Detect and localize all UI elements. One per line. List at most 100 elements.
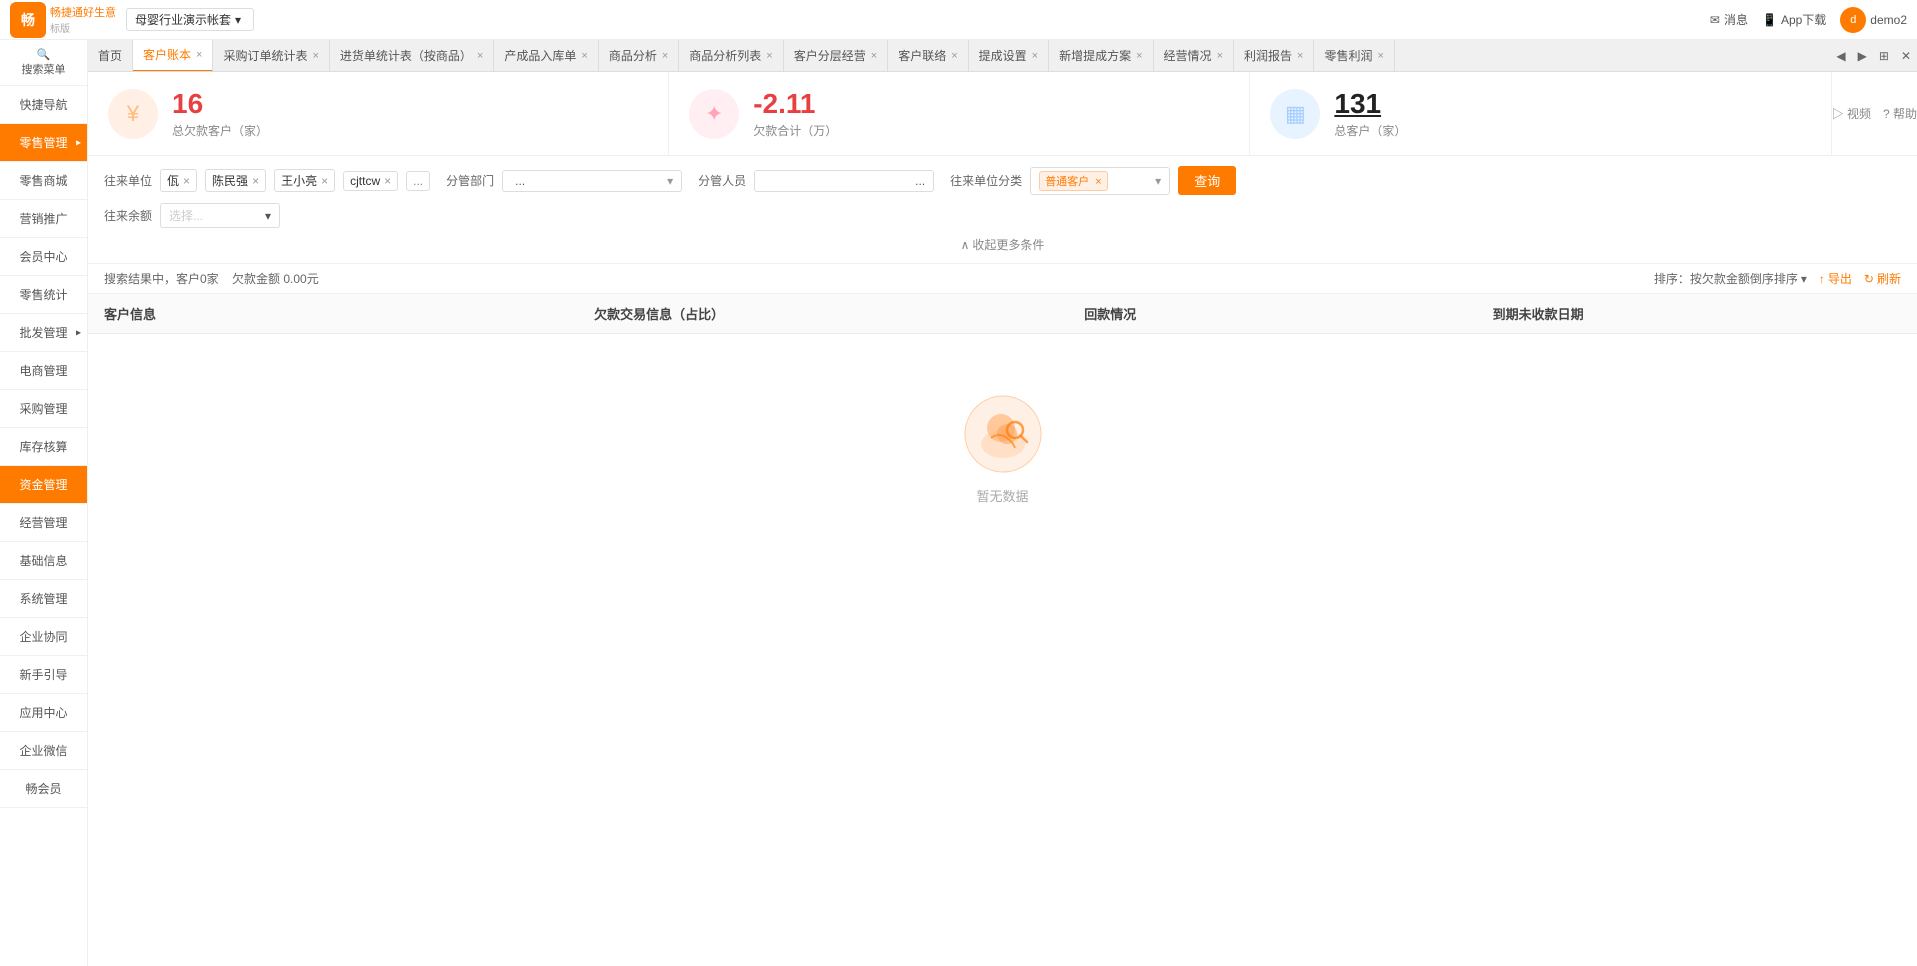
category-dropdown-arrow: ▾ [1155, 174, 1161, 188]
filter-tag-bwa: 佤 × [160, 169, 197, 192]
unit-category-dropdown[interactable]: 普通客户 × ▾ [1030, 167, 1170, 195]
sidebar-item-retail-mall[interactable]: 零售商城 [0, 162, 87, 200]
filter-tag-more[interactable]: ... [406, 171, 430, 191]
sidebar-item-marketing[interactable]: 营销推广 [0, 200, 87, 238]
close-icon[interactable]: × [581, 50, 587, 62]
sidebar-item-retail-mgmt[interactable]: 零售管理 [0, 124, 87, 162]
sidebar-item-appcenter[interactable]: 应用中心 [0, 694, 87, 732]
remove-category-tag[interactable]: × [1095, 176, 1101, 188]
tab-production-inbound[interactable]: 产成品入库单 × [494, 40, 598, 72]
dept-dropdown[interactable]: ... ▾ [502, 170, 682, 192]
help-button[interactable]: ? 帮助 [1883, 105, 1917, 122]
tab-retail-profit[interactable]: 零售利润 × [1314, 40, 1394, 72]
tab-purchase-order-stats[interactable]: 采购订单统计表 × [213, 40, 329, 72]
sidebar-item-wholesale[interactable]: 批发管理 [0, 314, 87, 352]
empty-icon [963, 394, 1043, 474]
close-icon[interactable]: × [312, 50, 318, 62]
close-icon[interactable]: × [1032, 50, 1038, 62]
tab-customer-tier[interactable]: 客户分层经营 × [784, 40, 888, 72]
download-icon: 📱 [1762, 13, 1777, 27]
remove-tag-wang[interactable]: × [321, 174, 328, 188]
tab-expand-button[interactable]: ⊞ [1873, 40, 1895, 72]
result-text: 搜索结果中，客户0家 欠款金额 0.00元 [104, 270, 319, 287]
sidebar-item-quicknav[interactable]: 快捷导航 [0, 86, 87, 124]
close-icon[interactable]: × [196, 49, 202, 61]
tab-new-commission[interactable]: 新增提成方案 × [1049, 40, 1153, 72]
sort-button[interactable]: 排序：按欠款金额倒序排序 ▾ [1654, 270, 1807, 287]
close-icon[interactable]: × [1136, 50, 1142, 62]
result-right: 排序：按欠款金额倒序排序 ▾ ↑ 导出 ↻ 刷新 [1654, 270, 1901, 287]
tab-product-analysis[interactable]: 商品分析 × [599, 40, 679, 72]
page-main: ¥ 16 总欠款客户（家） ✦ -2.11 欠款合计（万） [88, 72, 1917, 966]
close-icon[interactable]: × [1377, 50, 1383, 62]
sidebar-item-member-center[interactable]: 会员中心 [0, 238, 87, 276]
avatar: d [1840, 7, 1866, 33]
message-button[interactable]: ✉ 消息 [1710, 11, 1748, 28]
sidebar-item-purchase[interactable]: 采购管理 [0, 390, 87, 428]
tab-close-all-button[interactable]: ✕ [1895, 40, 1917, 72]
account-selector[interactable]: 母婴行业演示帐套 ▾ [126, 8, 254, 31]
unit-category-label: 往来单位分类 [950, 172, 1022, 189]
table-header: 客户信息 欠款交易信息（占比） 回款情况 到期未收款日期 [88, 294, 1917, 334]
remove-tag-bwa[interactable]: × [183, 174, 190, 188]
sidebar-item-wechat[interactable]: 企业微信 [0, 732, 87, 770]
tab-customer-contact[interactable]: 客户联络 × [888, 40, 968, 72]
close-icon[interactable]: × [662, 50, 668, 62]
col-debt-info: 欠款交易信息（占比） [594, 304, 1084, 323]
sidebar-item-operations[interactable]: 经营管理 [0, 504, 87, 542]
tab-customer-account[interactable]: 客户账本 × [133, 40, 213, 72]
dept-filter-label: 分管部门 [446, 172, 494, 189]
sidebar-item-finance[interactable]: 资金管理 [0, 466, 87, 504]
col-due-date: 到期未收款日期 [1493, 304, 1901, 323]
total-customers-value: 131 [1334, 88, 1406, 120]
close-icon[interactable]: × [871, 50, 877, 62]
tab-business-status[interactable]: 经营情况 × [1154, 40, 1234, 72]
person-filter-label: 分管人员 [698, 172, 746, 189]
close-icon[interactable]: × [766, 50, 772, 62]
sidebar-item-ecommerce[interactable]: 电商管理 [0, 352, 87, 390]
query-button[interactable]: 查询 [1178, 166, 1236, 195]
debt-total-icon: ✦ [689, 89, 739, 139]
sidebar-item-newguide[interactable]: 新手引导 [0, 656, 87, 694]
tab-prev-button[interactable]: ◀ [1830, 40, 1851, 72]
close-icon[interactable]: × [1297, 50, 1303, 62]
video-help-button[interactable]: ▷ 视频 [1832, 105, 1871, 122]
sidebar-item-collab[interactable]: 企业协同 [0, 618, 87, 656]
balance-select-arrow: ▾ [265, 209, 271, 223]
sidebar-item-basics[interactable]: 基础信息 [0, 542, 87, 580]
main-area: 🔍 搜索菜单 快捷导航 零售管理 零售商城 营销推广 会员中心 零售统计 [0, 40, 1917, 966]
sidebar-item-search[interactable]: 🔍 搜索菜单 [0, 40, 87, 86]
collapse-icon: ∧ [961, 238, 970, 252]
remove-tag-cjttcw[interactable]: × [384, 174, 391, 188]
close-icon[interactable]: × [951, 50, 957, 62]
tab-product-analysis-list[interactable]: 商品分析列表 × [679, 40, 783, 72]
message-icon: ✉ [1710, 13, 1720, 27]
export-icon: ↑ [1819, 272, 1825, 286]
sidebar-item-inventory[interactable]: 库存核算 [0, 428, 87, 466]
close-icon[interactable]: × [1217, 50, 1223, 62]
stats-row: ¥ 16 总欠款客户（家） ✦ -2.11 欠款合计（万） [88, 72, 1917, 156]
user-avatar-button[interactable]: d demo2 [1840, 7, 1907, 33]
tab-bar: 首页 客户账本 × 采购订单统计表 × 进货单统计表（按商品） × 产成品入库单… [88, 40, 1917, 72]
close-icon[interactable]: × [477, 50, 483, 62]
tab-inbound-stats[interactable]: 进货单统计表（按商品） × [330, 40, 494, 72]
tab-profit-report[interactable]: 利润报告 × [1234, 40, 1314, 72]
remove-tag-chen[interactable]: × [252, 174, 259, 188]
tab-commission-settings[interactable]: 提成设置 × [969, 40, 1049, 72]
empty-text: 暂无数据 [976, 486, 1028, 505]
balance-select[interactable]: 选择... ▾ [160, 203, 280, 228]
export-button[interactable]: ↑ 导出 [1819, 270, 1852, 287]
filter-area: 往来单位 佤 × 陈民强 × 王小亮 × [88, 156, 1917, 264]
app-download-button[interactable]: 📱 App下载 [1762, 11, 1826, 28]
refresh-icon: ↻ [1864, 272, 1874, 286]
person-dropdown[interactable]: ... [754, 170, 934, 192]
stat-content-debt-customers: 16 总欠款客户（家） [172, 88, 268, 139]
tab-next-button[interactable]: ▶ [1852, 40, 1873, 72]
sidebar-item-member[interactable]: 畅会员 [0, 770, 87, 808]
sidebar-item-system[interactable]: 系统管理 [0, 580, 87, 618]
tab-home[interactable]: 首页 [88, 40, 133, 72]
sidebar-item-retail-stats[interactable]: 零售统计 [0, 276, 87, 314]
result-bar: 搜索结果中，客户0家 欠款金额 0.00元 排序：按欠款金额倒序排序 ▾ ↑ 导… [88, 264, 1917, 294]
refresh-button[interactable]: ↻ 刷新 [1864, 270, 1901, 287]
collapse-filter-button[interactable]: ∧ 收起更多条件 [961, 236, 1045, 253]
